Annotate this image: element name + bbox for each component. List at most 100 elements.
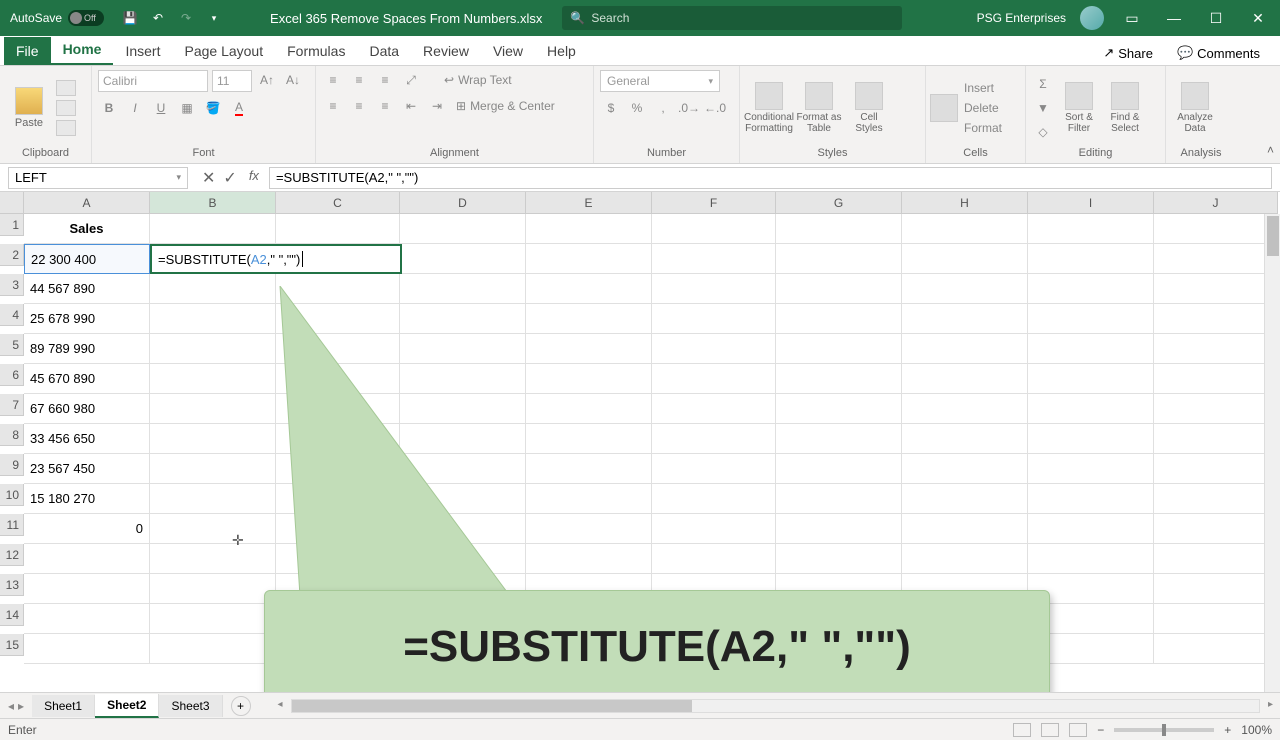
cell[interactable] — [150, 634, 276, 664]
qat-dropdown-icon[interactable]: ▾ — [206, 10, 222, 26]
tab-view[interactable]: View — [481, 37, 535, 65]
cell[interactable] — [526, 424, 652, 454]
cell[interactable] — [1028, 304, 1154, 334]
col-header-g[interactable]: G — [776, 192, 902, 214]
cell[interactable] — [776, 394, 902, 424]
cell[interactable] — [1028, 244, 1154, 274]
cell[interactable] — [1154, 514, 1278, 544]
col-header-a[interactable]: A — [24, 192, 150, 214]
delete-cells-button[interactable]: Delete — [960, 99, 1006, 117]
cell[interactable] — [1028, 544, 1154, 574]
border-icon[interactable]: ▦ — [176, 98, 198, 118]
cell[interactable] — [652, 424, 776, 454]
cell[interactable] — [1028, 484, 1154, 514]
cell[interactable]: 45 670 890 — [24, 364, 150, 394]
cell[interactable] — [150, 214, 276, 244]
formula-input[interactable]: =SUBSTITUTE(A2," ","") — [269, 167, 1272, 189]
align-center-icon[interactable]: ≡ — [348, 96, 370, 116]
autosum-icon[interactable]: Σ — [1032, 74, 1054, 94]
page-break-view-icon[interactable] — [1069, 723, 1087, 737]
cell[interactable] — [150, 364, 276, 394]
number-format-combo[interactable]: General▾ — [600, 70, 720, 92]
cell[interactable] — [902, 394, 1028, 424]
cell[interactable] — [652, 304, 776, 334]
cell[interactable] — [526, 484, 652, 514]
zoom-out-icon[interactable]: − — [1097, 723, 1104, 737]
col-header-e[interactable]: E — [526, 192, 652, 214]
close-icon[interactable]: ✕ — [1244, 4, 1272, 32]
cell[interactable] — [526, 394, 652, 424]
cell[interactable] — [902, 454, 1028, 484]
zoom-in-icon[interactable]: + — [1224, 723, 1231, 737]
cell[interactable] — [400, 514, 526, 544]
cell[interactable] — [902, 304, 1028, 334]
enter-formula-icon[interactable]: ✓ — [223, 168, 236, 188]
format-painter-icon[interactable] — [56, 120, 76, 136]
cell[interactable] — [776, 304, 902, 334]
sheet-tab-2[interactable]: Sheet2 — [95, 694, 159, 718]
cell[interactable] — [400, 244, 526, 274]
scrollbar-thumb[interactable] — [292, 700, 692, 712]
cell[interactable] — [526, 304, 652, 334]
scrollbar-thumb[interactable] — [1267, 216, 1279, 256]
fill-icon[interactable]: ▼ — [1032, 98, 1054, 118]
save-icon[interactable]: 💾 — [122, 10, 138, 26]
cell[interactable] — [1154, 484, 1278, 514]
cell[interactable] — [400, 544, 526, 574]
cell[interactable] — [150, 574, 276, 604]
tab-formulas[interactable]: Formulas — [275, 37, 357, 65]
cell[interactable]: 23 567 450 — [24, 454, 150, 484]
worksheet-grid[interactable]: A B C D E F G H I J 1 Sales 2 22 300 400… — [0, 192, 1280, 692]
tab-file[interactable]: File — [4, 37, 51, 65]
cell[interactable] — [1154, 574, 1278, 604]
cell[interactable] — [400, 304, 526, 334]
minimize-icon[interactable]: — — [1160, 4, 1188, 32]
cell[interactable] — [902, 424, 1028, 454]
cell[interactable] — [1154, 214, 1278, 244]
cell[interactable] — [776, 544, 902, 574]
row-header[interactable]: 8 — [0, 424, 24, 446]
col-header-b[interactable]: B — [150, 192, 276, 214]
name-box[interactable]: LEFT ▾ — [8, 167, 188, 189]
cell[interactable] — [902, 334, 1028, 364]
cell[interactable] — [526, 274, 652, 304]
align-bottom-icon[interactable]: ≡ — [374, 70, 396, 90]
row-header[interactable]: 15 — [0, 634, 24, 656]
cell[interactable] — [150, 454, 276, 484]
cell[interactable] — [526, 244, 652, 274]
cell[interactable] — [1028, 274, 1154, 304]
search-box[interactable]: 🔍 Search — [562, 6, 902, 30]
cell[interactable] — [652, 394, 776, 424]
cell[interactable] — [150, 484, 276, 514]
fill-color-icon[interactable]: 🪣 — [202, 98, 224, 118]
italic-icon[interactable]: I — [124, 98, 146, 118]
cell[interactable] — [652, 484, 776, 514]
cell[interactable] — [276, 394, 400, 424]
cell[interactable] — [526, 214, 652, 244]
cell[interactable] — [1028, 424, 1154, 454]
increase-decimal-icon[interactable]: .0→ — [678, 98, 700, 118]
select-all-corner[interactable] — [0, 192, 24, 214]
row-header[interactable]: 6 — [0, 364, 24, 386]
horizontal-scrollbar[interactable]: ◂ ▸ — [291, 699, 1260, 713]
cell[interactable] — [1028, 394, 1154, 424]
cell[interactable] — [776, 214, 902, 244]
cell[interactable] — [1154, 244, 1278, 274]
decrease-indent-icon[interactable]: ⇤ — [400, 96, 422, 116]
cell[interactable] — [1154, 394, 1278, 424]
cell[interactable] — [902, 274, 1028, 304]
insert-function-icon[interactable]: fx — [245, 168, 263, 188]
cell[interactable] — [776, 244, 902, 274]
decrease-font-icon[interactable]: A↓ — [282, 70, 304, 90]
cell[interactable] — [150, 304, 276, 334]
cell[interactable] — [1028, 514, 1154, 544]
cell[interactable] — [400, 334, 526, 364]
cell[interactable] — [1028, 364, 1154, 394]
cells-icon-button[interactable] — [932, 94, 956, 122]
cell[interactable] — [652, 214, 776, 244]
analyze-data-button[interactable]: Analyze Data — [1172, 82, 1218, 134]
cell[interactable] — [400, 454, 526, 484]
cell[interactable] — [400, 274, 526, 304]
row-header[interactable]: 11 — [0, 514, 24, 536]
conditional-formatting-button[interactable]: Conditional Formatting — [746, 82, 792, 134]
